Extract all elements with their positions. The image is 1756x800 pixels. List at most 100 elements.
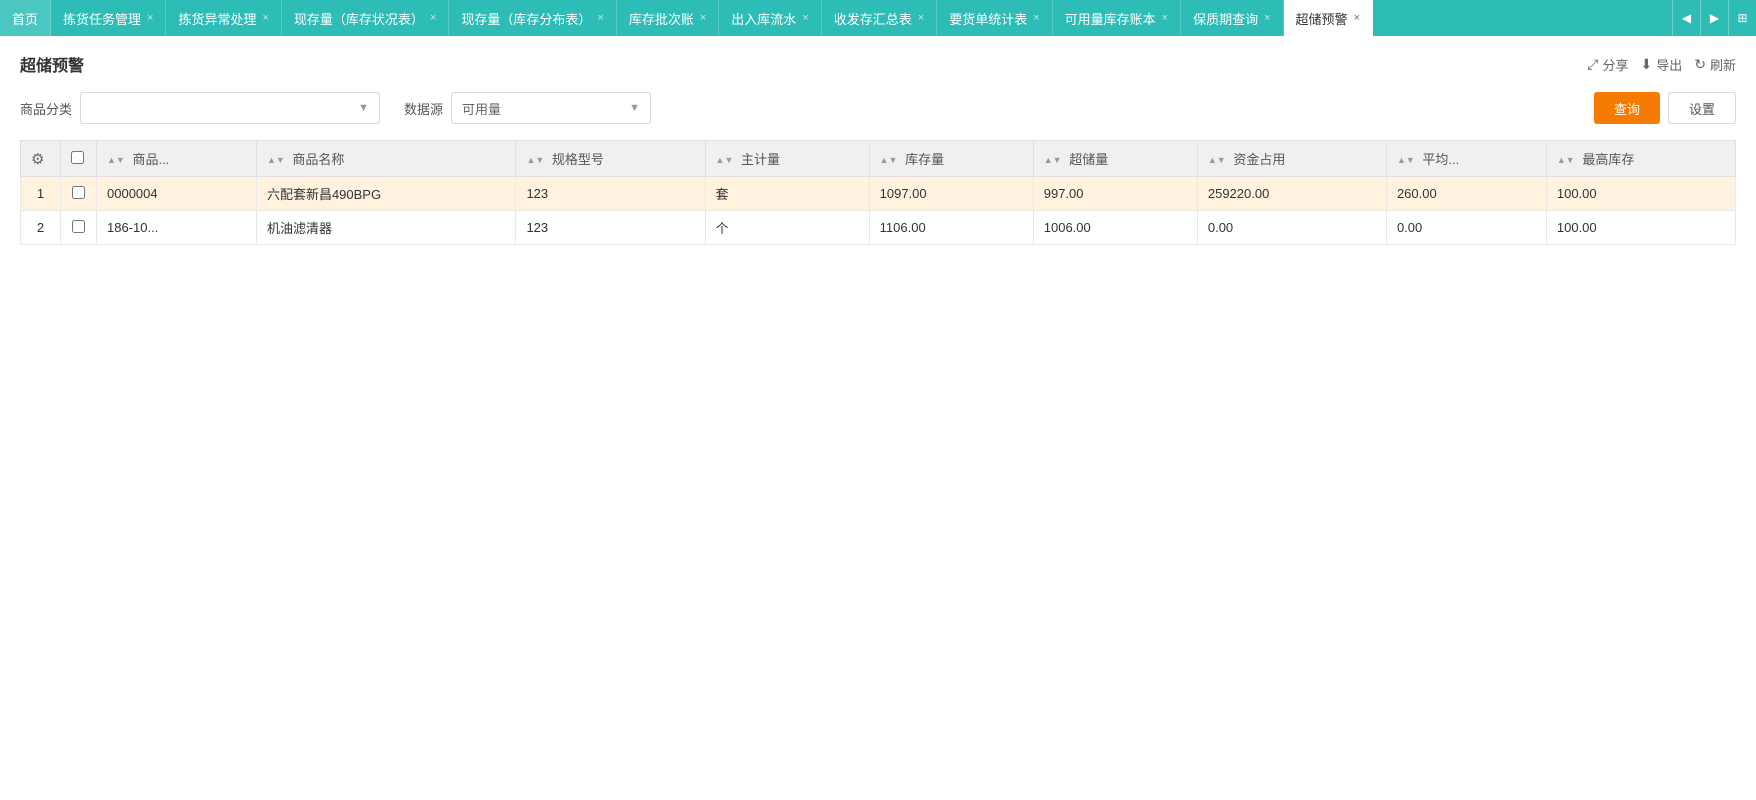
share-icon: ⤢ <box>1587 56 1598 73</box>
nav-expand-button[interactable]: ⊞ <box>1728 0 1756 36</box>
close-overstock-warning[interactable]: × <box>1354 12 1360 24</box>
refresh-icon: ↻ <box>1694 56 1706 73</box>
sort-avg-icon: ▲▼ <box>1397 156 1415 165</box>
header-actions: ⤢ 分享 ⬇ 导出 ↻ 刷新 <box>1587 55 1736 74</box>
sort-stock-icon: ▲▼ <box>880 156 898 165</box>
nav-receive-summary[interactable]: 收发存汇总表 × <box>822 0 937 36</box>
nav-home[interactable]: 首页 <box>0 0 51 36</box>
sort-spec-icon: ▲▼ <box>526 156 544 165</box>
nav-prev-button[interactable]: ◀ <box>1672 0 1700 36</box>
close-inventory-distribution[interactable]: × <box>597 12 603 24</box>
category-filter-group: 商品分类 ▼ <box>20 92 380 124</box>
close-inout-flow[interactable]: × <box>802 12 808 24</box>
close-batch-account[interactable]: × <box>700 12 706 24</box>
export-button[interactable]: ⬇ 导出 <box>1641 55 1683 74</box>
sort-capital-icon: ▲▼ <box>1208 156 1226 165</box>
row-select-2[interactable] <box>72 220 85 233</box>
row-stock-2: 1106.00 <box>869 211 1033 245</box>
row-max-stock-2: 100.00 <box>1546 211 1735 245</box>
close-available-ledger[interactable]: × <box>1162 12 1168 24</box>
datasource-chevron-icon: ▼ <box>629 102 640 114</box>
row-spec-1: 123 <box>516 177 705 211</box>
row-capital-1: 259220.00 <box>1197 177 1386 211</box>
row-stock-1: 1097.00 <box>869 177 1033 211</box>
top-navigation: 首页 拣货任务管理 × 拣货异常处理 × 现存量（库存状况表） × 现存量（库存… <box>0 0 1756 36</box>
row-product-code-1: 0000004 <box>97 177 257 211</box>
row-num-1: 1 <box>21 177 61 211</box>
nav-inventory-distribution[interactable]: 现存量（库存分布表） × <box>449 0 616 36</box>
row-unit-1: 套 <box>705 177 869 211</box>
close-quality-period[interactable]: × <box>1264 12 1270 24</box>
category-chevron-icon: ▼ <box>358 102 369 114</box>
table-body: 1 0000004 六配套新昌490BPG 123 套 1097.00 997.… <box>21 177 1736 245</box>
nav-overstock-warning[interactable]: 超储预警 × <box>1284 0 1373 36</box>
th-spec[interactable]: ▲▼ 规格型号 <box>516 141 705 177</box>
export-icon: ⬇ <box>1641 56 1653 73</box>
table-row: 2 186-10... 机油滤清器 123 个 1106.00 1006.00 … <box>21 211 1736 245</box>
filter-actions: 查询 设置 <box>1594 92 1736 124</box>
share-button[interactable]: ⤢ 分享 <box>1587 55 1628 74</box>
query-button[interactable]: 查询 <box>1594 92 1660 124</box>
nav-quality-period[interactable]: 保质期查询 × <box>1181 0 1283 36</box>
th-avg[interactable]: ▲▼ 平均... <box>1386 141 1546 177</box>
nav-exception-handling[interactable]: 拣货异常处理 × <box>166 0 281 36</box>
row-select-1[interactable] <box>72 186 85 199</box>
datasource-filter-group: 数据源 可用量 ▼ <box>404 92 651 124</box>
nav-available-ledger[interactable]: 可用量库存账本 × <box>1053 0 1181 36</box>
th-checkbox[interactable] <box>61 141 97 177</box>
th-stock[interactable]: ▲▼ 库存量 <box>869 141 1033 177</box>
page-title: 超储预警 <box>20 52 84 76</box>
close-exception-handling[interactable]: × <box>262 12 268 24</box>
sort-product-code-icon: ▲▼ <box>107 156 125 165</box>
category-select[interactable]: ▼ <box>80 92 380 124</box>
sort-product-name-icon: ▲▼ <box>267 156 285 165</box>
close-inventory-status[interactable]: × <box>430 12 436 24</box>
row-product-name-1: 六配套新昌490BPG <box>256 177 516 211</box>
close-requisition-stats[interactable]: × <box>1033 12 1039 24</box>
select-all-checkbox[interactable] <box>71 151 84 164</box>
refresh-button[interactable]: ↻ 刷新 <box>1694 55 1736 74</box>
nav-task-management[interactable]: 拣货任务管理 × <box>51 0 166 36</box>
sort-max-stock-icon: ▲▼ <box>1557 156 1575 165</box>
nav-inout-flow[interactable]: 出入库流水 × <box>719 0 821 36</box>
table-row: 1 0000004 六配套新昌490BPG 123 套 1097.00 997.… <box>21 177 1736 211</box>
nav-arrows-container: ◀ ▶ ⊞ <box>1672 0 1756 36</box>
close-task-management[interactable]: × <box>147 12 153 24</box>
datasource-select[interactable]: 可用量 ▼ <box>451 92 651 124</box>
sort-unit-icon: ▲▼ <box>716 156 734 165</box>
sort-overstock-icon: ▲▼ <box>1044 156 1062 165</box>
th-unit[interactable]: ▲▼ 主计量 <box>705 141 869 177</box>
th-product-name[interactable]: ▲▼ 商品名称 <box>256 141 516 177</box>
datasource-label: 数据源 <box>404 99 443 118</box>
row-product-name-2: 机油滤清器 <box>256 211 516 245</box>
row-overstock-2: 1006.00 <box>1033 211 1197 245</box>
close-receive-summary[interactable]: × <box>918 12 924 24</box>
main-content: 超储预警 ⤢ 分享 ⬇ 导出 ↻ 刷新 商品分类 ▼ 数据源 <box>0 36 1756 800</box>
row-overstock-1: 997.00 <box>1033 177 1197 211</box>
nav-inventory-status[interactable]: 现存量（库存状况表） × <box>282 0 449 36</box>
datasource-value: 可用量 <box>462 99 501 118</box>
row-product-code-2: 186-10... <box>97 211 257 245</box>
row-avg-2: 0.00 <box>1386 211 1546 245</box>
row-spec-2: 123 <box>516 211 705 245</box>
nav-next-button[interactable]: ▶ <box>1700 0 1728 36</box>
th-capital[interactable]: ▲▼ 资金占用 <box>1197 141 1386 177</box>
nav-batch-account[interactable]: 库存批次账 × <box>617 0 719 36</box>
category-label: 商品分类 <box>20 99 72 118</box>
nav-requisition-stats[interactable]: 要货单统计表 × <box>937 0 1052 36</box>
th-product-code[interactable]: ▲▼ 商品... <box>97 141 257 177</box>
row-unit-2: 个 <box>705 211 869 245</box>
data-table: ⚙ ▲▼ 商品... ▲▼ 商品名称 ▲▼ 规格型号 ▲▼ <box>20 140 1736 245</box>
th-max-stock[interactable]: ▲▼ 最高库存 <box>1546 141 1735 177</box>
row-checkbox-2[interactable] <box>61 211 97 245</box>
th-overstock[interactable]: ▲▼ 超储量 <box>1033 141 1197 177</box>
table-settings-icon[interactable]: ⚙ <box>31 151 44 168</box>
page-header: 超储预警 ⤢ 分享 ⬇ 导出 ↻ 刷新 <box>20 52 1736 76</box>
row-capital-2: 0.00 <box>1197 211 1386 245</box>
row-avg-1: 260.00 <box>1386 177 1546 211</box>
filter-row: 商品分类 ▼ 数据源 可用量 ▼ 查询 设置 <box>20 92 1736 124</box>
th-settings[interactable]: ⚙ <box>21 141 61 177</box>
row-checkbox-1[interactable] <box>61 177 97 211</box>
settings-button[interactable]: 设置 <box>1668 92 1736 124</box>
table-header-row: ⚙ ▲▼ 商品... ▲▼ 商品名称 ▲▼ 规格型号 ▲▼ <box>21 141 1736 177</box>
